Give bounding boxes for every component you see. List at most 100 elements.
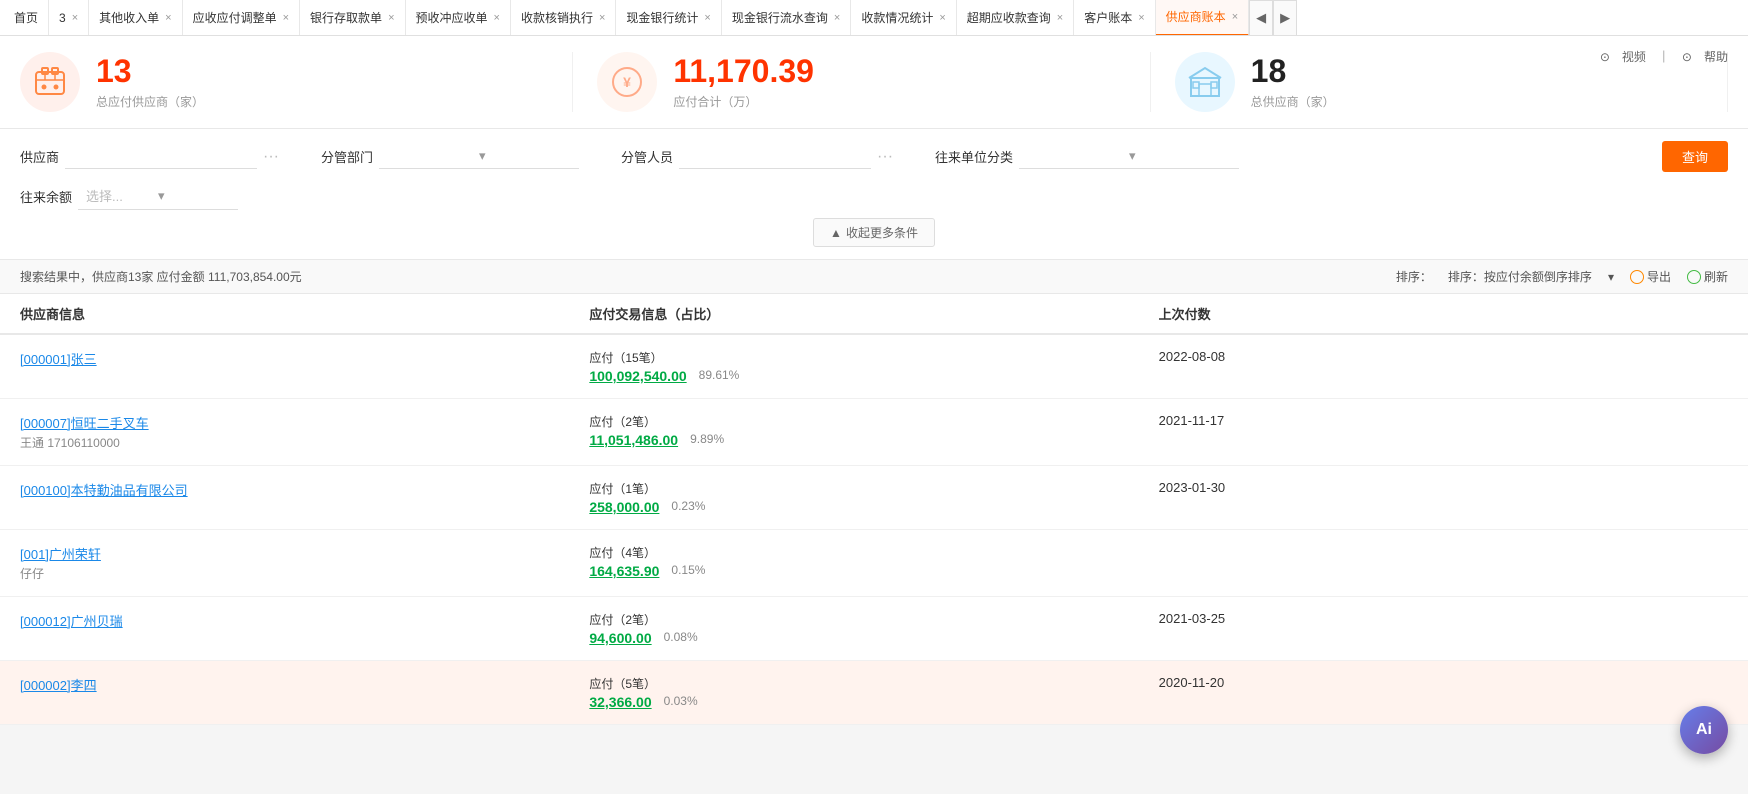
payable-amount-link[interactable]: 100,092,540.00 [589,368,686,384]
table-body: [000001]张三 应付（15笔） 100,092,540.00 89.61%… [0,335,1748,725]
result-text: 搜索结果中，供应商13家 应付金额 111,703,854.00元 [20,268,302,285]
nav-tab-customer-ledger[interactable]: 客户账本 × [1074,0,1155,36]
close-icon[interactable]: × [1057,12,1063,24]
nav-tab-supplier-ledger[interactable]: 供应商账本 × [1156,0,1249,36]
last-pay-cell: 2020-11-20 [1159,675,1728,690]
payable-amount-link[interactable]: 164,635.90 [589,563,659,579]
close-icon[interactable]: × [1138,12,1144,24]
nav-tab-overdue-ar[interactable]: 超期应收款查询 × [957,0,1074,36]
nav-tab-other-income[interactable]: 其他收入单 × [89,0,182,36]
chevron-up-icon: ▲ [830,226,842,240]
payable-pct: 0.03% [664,694,698,708]
last-pay-cell: 2021-03-25 [1159,611,1728,626]
close-icon[interactable]: × [1232,11,1238,23]
table-row: [000002]李四 应付（5笔） 32,366.00 0.03% 2020-1… [0,661,1748,725]
video-link[interactable]: 视频 [1622,48,1646,65]
summary-card-supplier-count: 13 总应付供应商（家） [20,52,573,112]
refresh-icon [1687,270,1701,284]
supplier-filter-label: 供应商 [20,147,59,166]
nav-tab-bank-deposit[interactable]: 银行存取款单 × [300,0,405,36]
top-right-links: ⊙ 视频 ｜ ⊙ 帮助 [1600,48,1728,65]
payable-cell: 应付（2笔） 94,600.00 0.08% [589,611,1158,646]
nav-tab-home[interactable]: 首页 [4,0,49,36]
nav-tab-cash-stat[interactable]: 现金银行统计 × [616,0,721,36]
nav-tab-receipt-exec[interactable]: 收款核销执行 × [511,0,616,36]
supplier-count-number: 13 [96,54,204,89]
top-navigation: 首页 3 × 其他收入单 × 应收应付调整单 × 银行存取款单 × 预收冲应收单… [0,0,1748,36]
close-icon[interactable]: × [283,12,289,24]
supplier-cell: [000002]李四 [20,675,589,694]
unit-class-dropdown[interactable]: ▾ [1019,144,1239,169]
table-row: [001]广州荣轩 仔仔 应付（4笔） 164,635.90 0.15% [0,530,1748,597]
supplier-link[interactable]: [000012]广州贝瑞 [20,611,589,630]
sort-button[interactable]: 排序：按应付余额倒序排序 [1448,268,1592,285]
payable-amount-link[interactable]: 11,051,486.00 [589,432,678,448]
data-table: 供应商信息 应付交易信息（占比） 上次付数 [000001]张三 应付（15笔）… [0,294,1748,725]
payable-amount-link[interactable]: 258,000.00 [589,499,659,515]
ai-assistant-button[interactable]: Ai [1680,706,1728,754]
person-filter-label: 分管人员 [621,147,673,166]
last-pay-cell: 2021-11-17 [1159,413,1728,428]
close-icon[interactable]: × [704,12,710,24]
payable-total-label: 应付合计（万） [673,93,814,110]
nav-prev-arrow[interactable]: ◀ [1249,0,1273,36]
table-row: [000100]本特勤油品有限公司 应付（1笔） 258,000.00 0.23… [0,466,1748,530]
person-input[interactable] [679,145,871,169]
nav-tab-prepay-ar[interactable]: 预收冲应收单 × [406,0,511,36]
nav-tab-cash-flow[interactable]: 现金银行流水查询 × [722,0,851,36]
payable-pct: 0.08% [664,630,698,644]
balance-dropdown[interactable]: 选择... ▾ [78,182,238,210]
table-row: [000012]广州贝瑞 应付（2笔） 94,600.00 0.08% 2021… [0,597,1748,661]
payable-amount-link[interactable]: 94,600.00 [589,630,651,646]
supplier-input[interactable] [65,145,257,169]
filter-balance: 往来余额 选择... ▾ [20,182,238,210]
payable-cell: 应付（1笔） 258,000.00 0.23% [589,480,1158,515]
close-icon[interactable]: × [388,12,394,24]
close-icon[interactable]: × [165,12,171,24]
supplier-link[interactable]: [000100]本特勤油品有限公司 [20,480,589,499]
svg-text:¥: ¥ [623,74,631,90]
close-icon[interactable]: × [599,12,605,24]
close-icon[interactable]: × [939,12,945,24]
supplier-cell: [000012]广州贝瑞 [20,611,589,630]
refresh-button[interactable]: 刷新 [1687,268,1728,285]
nav-tab-receipt-stat[interactable]: 收款情况统计 × [851,0,956,36]
collapse-button[interactable]: ▲ 收起更多条件 [813,218,935,247]
close-icon[interactable]: × [834,12,840,24]
col-header-supplier: 供应商信息 [20,304,589,323]
query-button[interactable]: 查询 [1662,141,1728,172]
nav-tab-ar-ap-adjust[interactable]: 应收应付调整单 × [183,0,300,36]
chevron-down-icon: ▾ [158,188,230,204]
person-dots-icon[interactable]: ··· [877,148,893,166]
chevron-down-icon: ▾ [1129,148,1231,164]
supplier-link[interactable]: [001]广州荣轩 [20,544,589,563]
table-row: [000001]张三 应付（15笔） 100,092,540.00 89.61%… [0,335,1748,399]
dept-dropdown[interactable]: ▾ [379,144,579,169]
nav-next-arrow[interactable]: ▶ [1273,0,1297,36]
help-icon: ⊙ [1682,50,1692,64]
supplier-count-label: 总应付供应商（家） [96,93,204,110]
total-supplier-number: 18 [1251,54,1335,89]
summary-card-payable-total: ¥ 11,170.39 应付合计（万） [573,52,1150,112]
payable-amount-link[interactable]: 32,366.00 [589,694,651,710]
filter-row-2: 往来余额 选择... ▾ [20,182,1728,210]
supplier-cell: [001]广州荣轩 仔仔 [20,544,589,582]
supplier-dots-icon[interactable]: ··· [263,148,279,166]
table-row: [000007]恒旺二手叉车 王通 17106110000 应付（2笔） 11,… [0,399,1748,466]
close-icon[interactable]: × [494,12,500,24]
payable-cell: 应付（15笔） 100,092,540.00 89.61% [589,349,1158,384]
export-button[interactable]: 导出 [1630,268,1671,285]
supplier-link[interactable]: [000001]张三 [20,349,589,368]
supplier-link[interactable]: [000007]恒旺二手叉车 [20,413,589,432]
close-icon[interactable]: × [72,12,78,24]
supplier-icon [20,52,80,112]
supplier-link[interactable]: [000002]李四 [20,675,589,694]
last-pay-cell: 2023-01-30 [1159,480,1728,495]
payable-pct: 0.15% [671,563,705,577]
supplier-cell: [000007]恒旺二手叉车 王通 17106110000 [20,413,589,451]
help-link[interactable]: 帮助 [1704,48,1728,65]
payable-cell: 应付（2笔） 11,051,486.00 9.89% [589,413,1158,448]
balance-filter-label: 往来余额 [20,187,72,206]
amount-icon: ¥ [597,52,657,112]
nav-tab-3[interactable]: 3 × [49,0,89,36]
